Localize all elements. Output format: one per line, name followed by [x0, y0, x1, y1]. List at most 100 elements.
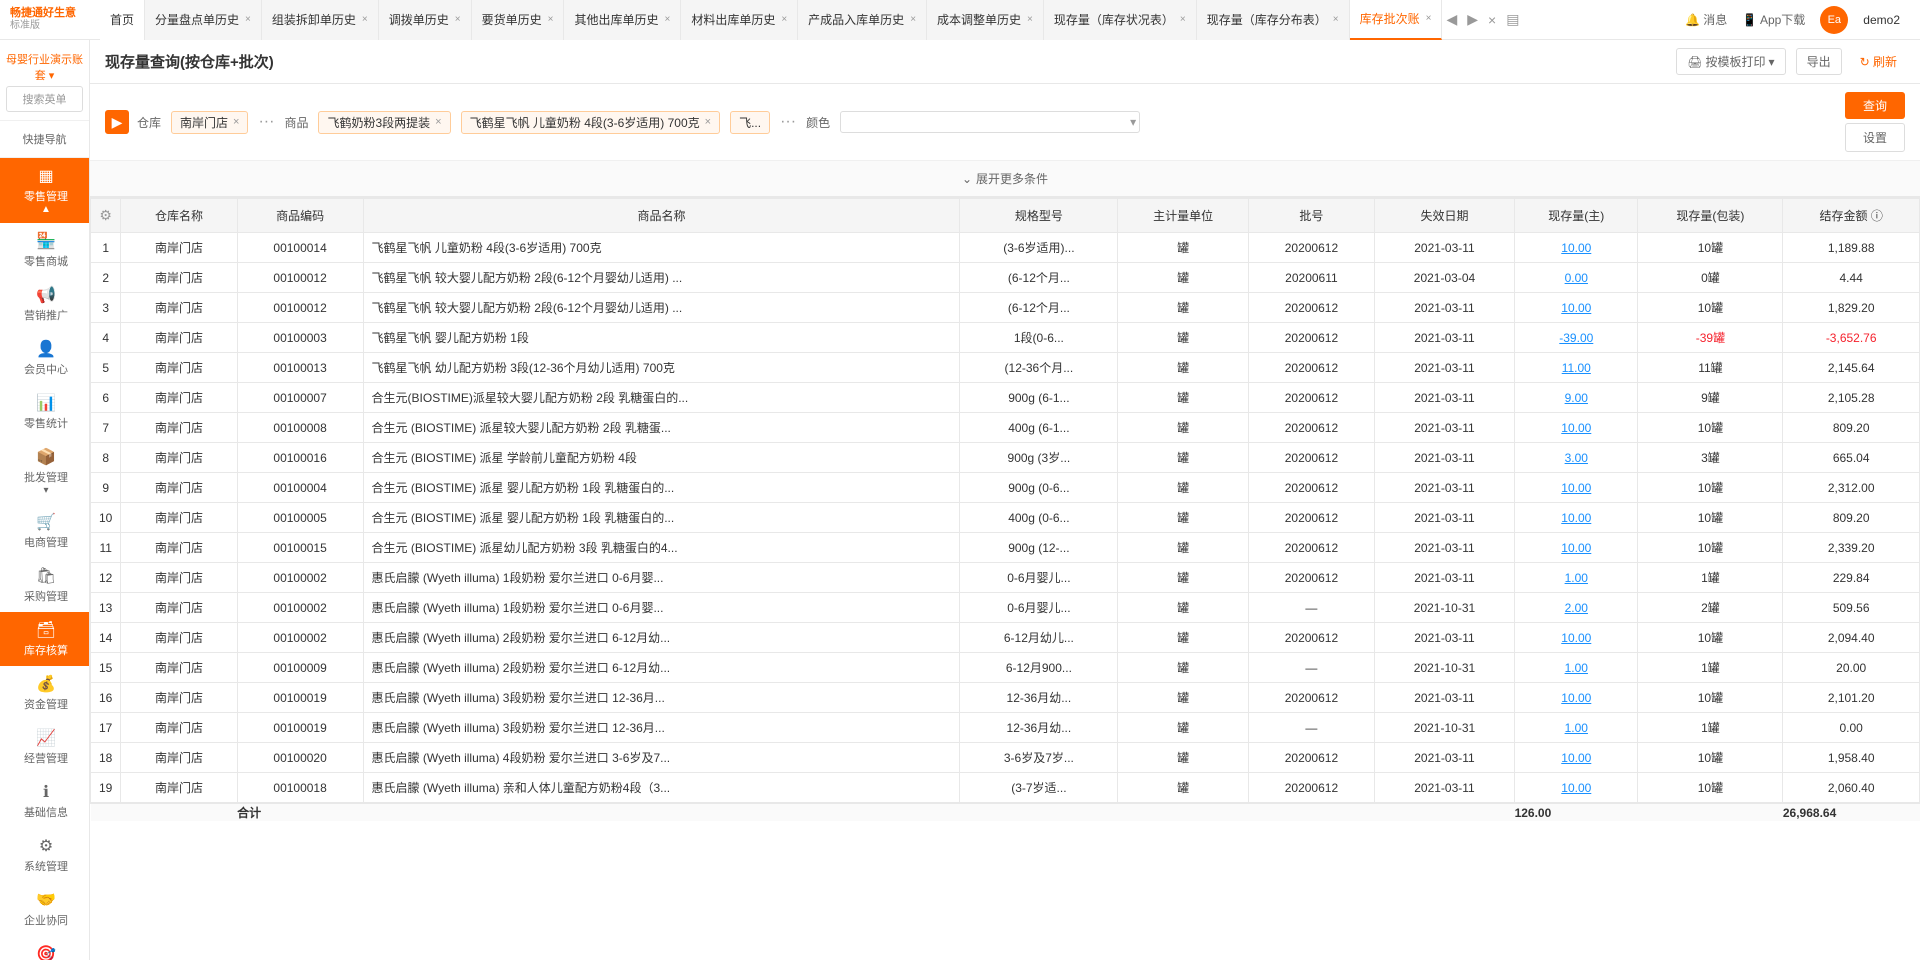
close-icon[interactable]: × — [910, 14, 916, 25]
tab-home[interactable]: 首页 — [100, 0, 145, 40]
row-qty-main[interactable]: 10.00 — [1515, 743, 1638, 773]
sidebar-item-wholesale[interactable]: 📦 批发管理 ▾ — [0, 439, 89, 504]
message-btn[interactable]: 🔔 消息 — [1685, 11, 1727, 28]
product-tag-2-close[interactable]: × — [705, 116, 711, 128]
row-qty-main[interactable]: 1.00 — [1515, 563, 1638, 593]
sidebar-item-operations[interactable]: 📈 经营管理 — [0, 720, 89, 774]
warehouse-tag-close[interactable]: × — [233, 116, 239, 128]
expand-more-button[interactable]: ⌄ 展开更多条件 — [90, 165, 1920, 192]
refresh-button[interactable]: ↻ 刷新 — [1852, 49, 1905, 74]
close-icon[interactable]: × — [362, 14, 368, 25]
row-no: 17 — [91, 713, 121, 743]
product-tag-1-close[interactable]: × — [435, 116, 441, 128]
row-qty-main[interactable]: 3.00 — [1515, 443, 1638, 473]
sidebar-search: 母婴行业演示账套 ▾ 搜索英单 — [0, 40, 89, 121]
close-icon[interactable]: × — [781, 14, 787, 25]
sidebar-item-enterprise[interactable]: 🤝 企业协同 — [0, 882, 89, 936]
product-more-btn[interactable]: ··· — [780, 113, 796, 131]
sidebar-item-purchase[interactable]: 🛍 采购管理 — [0, 558, 89, 612]
template-print-button[interactable]: 🖨 按模板打印 ▾ — [1676, 48, 1785, 75]
row-qty-main[interactable]: 2.00 — [1515, 593, 1638, 623]
sidebar-dropdown[interactable]: 母婴行业演示账套 ▾ — [6, 48, 83, 86]
tab-5[interactable]: 其他出库单历史 × — [564, 0, 681, 40]
chevron-down-icon: ▾ — [43, 485, 48, 496]
row-warehouse: 南岸门店 — [121, 473, 237, 503]
tab-right-arrow[interactable]: ▶ — [1463, 9, 1482, 30]
row-qty-pkg: 10罐 — [1638, 683, 1783, 713]
sidebar-item-finance[interactable]: 💰 资金管理 — [0, 666, 89, 720]
row-qty-main[interactable]: 10.00 — [1515, 413, 1638, 443]
quick-nav-button[interactable]: 快捷导航 — [0, 126, 89, 152]
tab-11[interactable]: 库存批次账 × — [1350, 0, 1443, 40]
warehouse-more-btn[interactable]: ··· — [258, 113, 274, 131]
row-qty-pkg: 2罐 — [1638, 593, 1783, 623]
row-qty-main[interactable]: 10.00 — [1515, 503, 1638, 533]
tab-9[interactable]: 现存量（库存状况表） × — [1044, 0, 1197, 40]
row-qty-main[interactable]: 10.00 — [1515, 293, 1638, 323]
product-filter-more[interactable]: 飞... — [730, 111, 770, 134]
row-qty-main[interactable]: 10.00 — [1515, 773, 1638, 804]
sidebar-item-guide[interactable]: 🎯 新手引导 — [0, 936, 89, 960]
col-warehouse: 仓库名称 — [121, 199, 237, 233]
row-qty-main[interactable]: 10.00 — [1515, 683, 1638, 713]
tab-4[interactable]: 要货单历史 × — [472, 0, 565, 40]
row-qty-main[interactable]: 10.00 — [1515, 473, 1638, 503]
row-qty-main[interactable]: 0.00 — [1515, 263, 1638, 293]
sidebar-item-member[interactable]: 👤 会员中心 — [0, 331, 89, 385]
row-amount: 0.00 — [1783, 713, 1920, 743]
color-input[interactable] — [840, 111, 1140, 133]
close-icon[interactable]: × — [548, 14, 554, 25]
username[interactable]: demo2 — [1863, 13, 1900, 27]
tab-7[interactable]: 产成品入库单历史 × — [798, 0, 927, 40]
tab-8[interactable]: 成本调整单历史 × — [927, 0, 1044, 40]
setting-button[interactable]: 设置 — [1845, 123, 1905, 152]
table-row: 18 南岸门店 00100020 惠氏启朦 (Wyeth illuma) 4段奶… — [91, 743, 1920, 773]
row-code: 00100016 — [237, 443, 363, 473]
sidebar-item-retail-mall[interactable]: 🏪 零售商城 — [0, 223, 89, 277]
row-qty-pkg: 3罐 — [1638, 443, 1783, 473]
color-dropdown-icon[interactable]: ▾ — [1130, 115, 1136, 129]
tab-2[interactable]: 组装拆卸单历史 × — [262, 0, 379, 40]
row-qty-main[interactable]: 9.00 — [1515, 383, 1638, 413]
row-qty-main[interactable]: 1.00 — [1515, 653, 1638, 683]
row-warehouse: 南岸门店 — [121, 503, 237, 533]
sidebar-item-retail[interactable]: ▦ 零售管理 ▲ — [0, 158, 89, 223]
tab-3[interactable]: 调拨单历史 × — [379, 0, 472, 40]
close-icon[interactable]: × — [1333, 14, 1339, 25]
query-button[interactable]: 查询 — [1845, 92, 1905, 119]
table-container[interactable]: ⚙ 仓库名称 商品编码 商品名称 规格型号 主计量单位 批号 失效日期 现存量(… — [90, 198, 1920, 960]
app-download-btn[interactable]: 📱 App下载 — [1742, 11, 1805, 28]
avatar[interactable]: Ea — [1820, 6, 1848, 34]
sidebar-item-retail-stats[interactable]: 📊 零售统计 — [0, 385, 89, 439]
sidebar-item-marketing[interactable]: 📢 营销推广 — [0, 277, 89, 331]
close-icon[interactable]: × — [1426, 13, 1432, 24]
tab-10[interactable]: 现存量（库存分布表） × — [1197, 0, 1350, 40]
search-button[interactable]: 搜索英单 — [6, 86, 83, 112]
close-icon[interactable]: × — [245, 14, 251, 25]
sidebar-item-system[interactable]: ⚙ 系统管理 — [0, 828, 89, 882]
close-icon[interactable]: × — [455, 14, 461, 25]
tab-left-arrow[interactable]: ◀ — [1442, 9, 1461, 30]
sidebar-item-ecommerce[interactable]: 🛒 电商管理 — [0, 504, 89, 558]
close-icon[interactable]: × — [1027, 14, 1033, 25]
filter-expand-toggle[interactable]: ▶ — [105, 110, 129, 134]
dropdown-arrow-icon: ▾ — [1769, 55, 1775, 69]
tab-menu[interactable]: ▤ — [1502, 9, 1523, 30]
gear-icon[interactable]: ⚙ — [99, 207, 112, 223]
col-gear[interactable]: ⚙ — [91, 199, 121, 233]
row-qty-main[interactable]: 10.00 — [1515, 233, 1638, 263]
tab-6[interactable]: 材料出库单历史 × — [681, 0, 798, 40]
sidebar-item-basic-info[interactable]: ℹ 基础信息 — [0, 774, 89, 828]
close-icon[interactable]: × — [1180, 14, 1186, 25]
row-qty-main[interactable]: 10.00 — [1515, 533, 1638, 563]
sidebar-item-inventory[interactable]: 🗃 库存核算 — [0, 612, 89, 666]
close-icon[interactable]: × — [664, 14, 670, 25]
tab-close-all[interactable]: × — [1484, 10, 1500, 30]
row-qty-main[interactable]: 11.00 — [1515, 353, 1638, 383]
export-button[interactable]: 导出 — [1796, 48, 1842, 75]
tab-1[interactable]: 分量盘点单历史 × — [145, 0, 262, 40]
row-qty-main[interactable]: 10.00 — [1515, 623, 1638, 653]
row-spec: 6-12月900... — [960, 653, 1118, 683]
row-qty-main[interactable]: 1.00 — [1515, 713, 1638, 743]
row-qty-main[interactable]: -39.00 — [1515, 323, 1638, 353]
